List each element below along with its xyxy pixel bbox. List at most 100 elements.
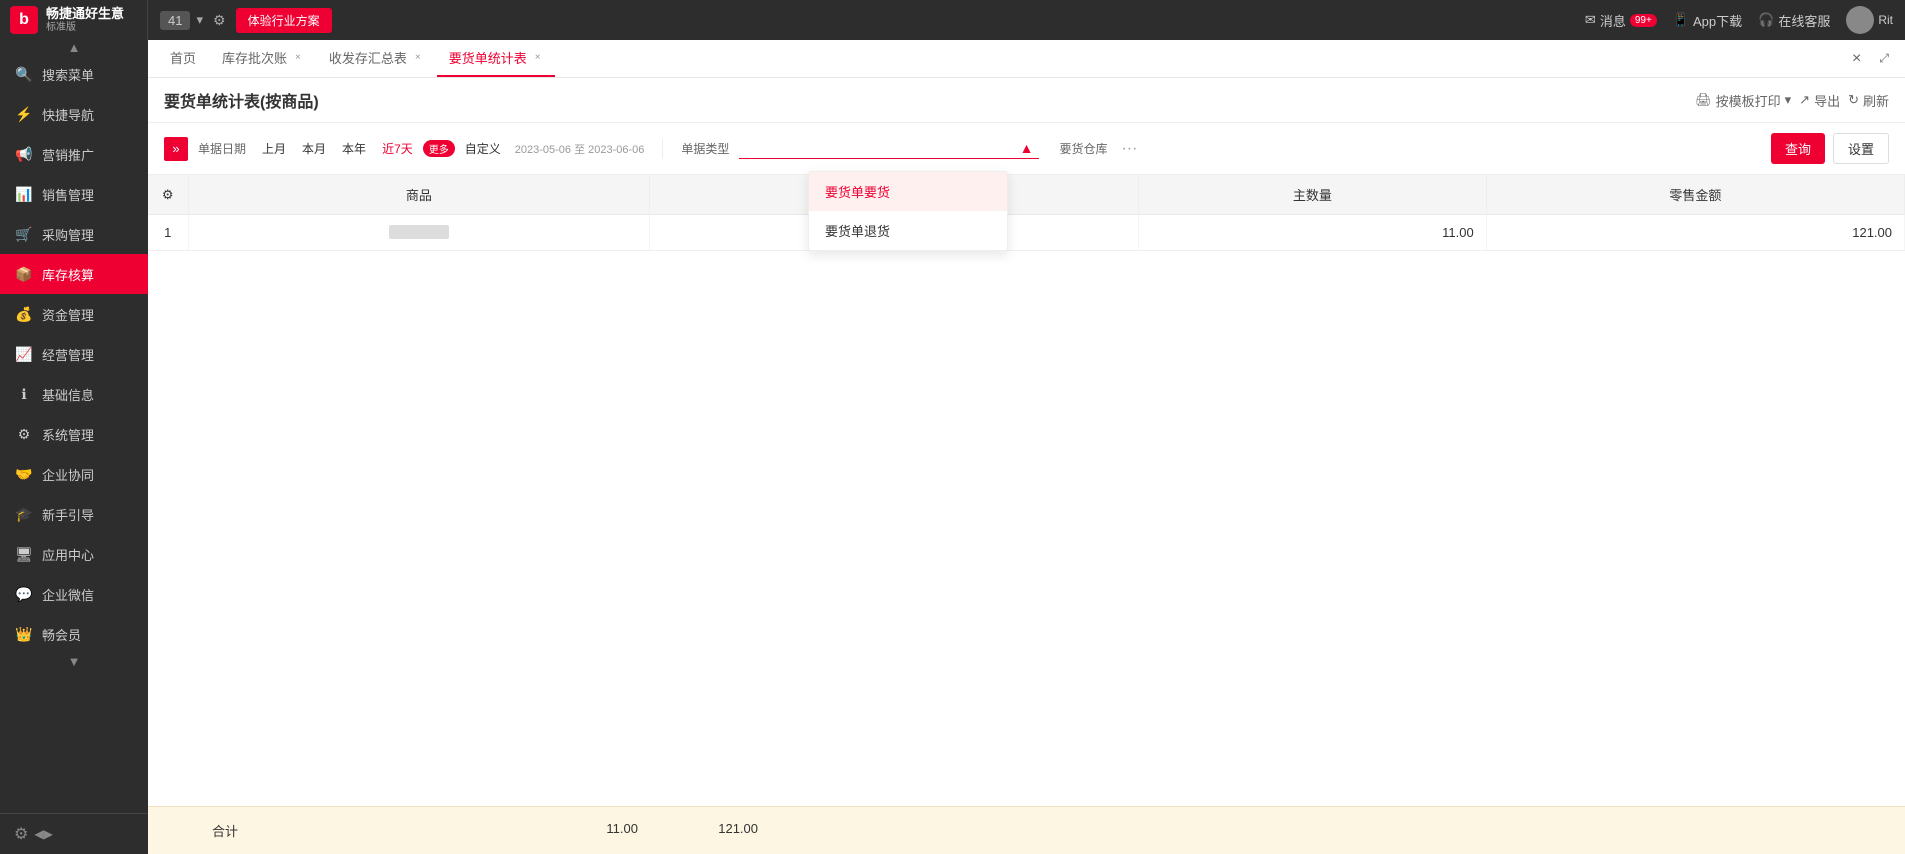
filter-action-btns: 查询 设置	[1771, 133, 1889, 164]
guide-icon: 🎓	[14, 504, 34, 524]
sidebar-item-app-center[interactable]: 🖥 应用中心	[0, 534, 148, 574]
print-btn[interactable]: 🖨 按模板打印 ▾	[1695, 91, 1791, 110]
type-dropdown-menu: 要货单要货 要货单退货	[808, 171, 1008, 251]
refresh-icon: ↻	[1848, 92, 1859, 108]
sidebar-item-cooperation[interactable]: 🤝 企业协同	[0, 454, 148, 494]
sidebar-label-search: 搜索菜单	[42, 65, 94, 84]
sidebar-scroll-down[interactable]: ▼	[0, 654, 148, 668]
tab-dropdown-icon[interactable]: ▾	[196, 12, 203, 28]
sidebar-item-system[interactable]: ⚙ 系统管理	[0, 414, 148, 454]
sidebar-label-system: 系统管理	[42, 425, 94, 444]
sidebar-label-basic-info: 基础信息	[42, 385, 94, 404]
sidebar-item-marketing[interactable]: 📢 营销推广	[0, 134, 148, 174]
app-download-btn[interactable]: 📱 App下载	[1673, 11, 1742, 30]
page-actions: 🖨 按模板打印 ▾ ↗ 导出 ↻ 刷新	[1695, 91, 1889, 110]
industry-btn[interactable]: 体验行业方案	[236, 8, 332, 33]
sidebar-item-members[interactable]: 👑 畅会员	[0, 614, 148, 654]
date-btn-this-year[interactable]: 本年	[336, 138, 372, 159]
date-btn-7days[interactable]: 近7天	[376, 138, 419, 159]
tab-receive-send-close[interactable]: ×	[413, 50, 423, 65]
message-badge: 99+	[1630, 14, 1657, 27]
th-settings[interactable]: ⚙	[148, 175, 188, 215]
refresh-label: 刷新	[1863, 91, 1889, 110]
sidebar-label-app-center: 应用中心	[42, 545, 94, 564]
date-custom-btn[interactable]: 自定义	[465, 140, 501, 157]
marketing-icon: 📢	[14, 144, 34, 164]
app-logo-text: 畅捷通好生意 标准版	[46, 6, 124, 34]
sidebar-item-guide[interactable]: 🎓 新手引导	[0, 494, 148, 534]
tab-order-stat-close[interactable]: ×	[533, 50, 543, 65]
app-name: 畅捷通好生意	[46, 6, 124, 22]
warehouse-filter-label: 要货仓库	[1059, 140, 1107, 157]
sidebar-label-shortcuts: 快捷导航	[42, 105, 94, 124]
type-filter-label: 单据类型	[681, 140, 729, 157]
version-label: Rit	[1878, 13, 1893, 27]
print-expand-icon[interactable]: ▾	[1785, 92, 1792, 108]
tab-order-stat[interactable]: 要货单统计表 ×	[437, 41, 555, 77]
tab-bar: 首页 库存批次账 × 收发存汇总表 × 要货单统计表 × × ⤢	[148, 40, 1905, 78]
sidebar-settings-icon[interactable]: ⚙	[14, 824, 28, 844]
footer-qty: 11.00	[530, 817, 650, 844]
sidebar-item-basic-info[interactable]: ℹ 基础信息	[0, 374, 148, 414]
app-download-label: App下载	[1693, 11, 1742, 30]
topbar-settings-icon[interactable]: ⚙	[213, 12, 226, 29]
page-header: 要货单统计表(按商品) 🖨 按模板打印 ▾ ↗ 导出 ↻ 刷新	[148, 78, 1905, 123]
tab-home[interactable]: 首页	[158, 41, 208, 77]
export-btn[interactable]: ↗ 导出	[1799, 91, 1840, 110]
message-icon: ✉	[1585, 12, 1596, 28]
sidebar-item-wechat[interactable]: 💬 企业微信	[0, 574, 148, 614]
warehouse-filter-ellipsis[interactable]: ···	[1121, 140, 1137, 158]
tab-inventory-batch[interactable]: 库存批次账 ×	[210, 41, 315, 77]
sidebar-label-operations: 经营管理	[42, 345, 94, 364]
sidebar-scroll-up[interactable]: ▲	[0, 40, 148, 54]
sidebar-item-finance[interactable]: 💰 资金管理	[0, 294, 148, 334]
date-btn-this-month[interactable]: 本月	[296, 138, 332, 159]
header-row: b 畅捷通好生意 标准版 41 ▾ ⚙ 体验行业方案 ✉ 消息 99+ 📱	[0, 0, 1905, 40]
th-amount: 零售金额	[1486, 175, 1904, 215]
page-title: 要货单统计表(按商品)	[164, 88, 319, 112]
dropdown-item-0[interactable]: 要货单要货	[809, 172, 1007, 211]
export-icon: ↗	[1799, 92, 1810, 108]
expand-tabs-btn[interactable]: ⤢	[1873, 49, 1895, 68]
tab-receive-send[interactable]: 收发存汇总表 ×	[317, 41, 435, 77]
product-name-blurred	[389, 225, 449, 239]
tab-inventory-batch-close[interactable]: ×	[293, 50, 303, 65]
service-label: 在线客服	[1778, 11, 1830, 30]
sidebar-item-inventory[interactable]: 📦 库存核算	[0, 254, 148, 294]
date-btn-last-month[interactable]: 上月	[256, 138, 292, 159]
sidebar-item-search[interactable]: 🔍 搜索菜单	[0, 54, 148, 94]
type-filter-input[interactable]	[745, 141, 1019, 155]
tab-home-label: 首页	[170, 48, 196, 67]
online-service-btn[interactable]: 🎧 在线客服	[1758, 11, 1830, 30]
date-quick-btns: 上月 本月 本年 近7天 更多	[256, 138, 455, 159]
type-filter-input-wrapper[interactable]: ▲	[739, 138, 1039, 159]
close-all-tabs-btn[interactable]: ×	[1846, 48, 1867, 70]
refresh-btn[interactable]: ↻ 刷新	[1848, 91, 1889, 110]
type-filter-chevron-icon[interactable]: ▲	[1020, 140, 1034, 156]
settings-btn[interactable]: 设置	[1833, 133, 1889, 164]
table-body: 1 块 11.00 121.00	[148, 215, 1905, 251]
sidebar-item-purchase[interactable]: 🛒 采购管理	[0, 214, 148, 254]
query-btn[interactable]: 查询	[1771, 133, 1825, 164]
logo-area: b 畅捷通好生意 标准版	[0, 0, 148, 40]
sidebar-label-members: 畅会员	[42, 625, 81, 644]
sidebar-label-wechat: 企业微信	[42, 585, 94, 604]
date-more-badge[interactable]: 更多	[423, 140, 455, 157]
filter-expand-icon: »	[172, 141, 179, 156]
sidebar-item-operations[interactable]: 📈 经营管理	[0, 334, 148, 374]
user-avatar-area[interactable]: Rit	[1846, 6, 1893, 34]
filter-expand-btn[interactable]: »	[164, 137, 188, 161]
tab-number-display[interactable]: 41 ▾	[160, 11, 203, 30]
purchase-icon: 🛒	[14, 224, 34, 244]
sidebar-item-shortcuts[interactable]: ⚡ 快捷导航	[0, 94, 148, 134]
date-range-text: 2023-05-06 至 2023-06-06	[515, 141, 645, 157]
print-icon: 🖨	[1695, 92, 1712, 108]
message-btn[interactable]: ✉ 消息 99+	[1585, 11, 1657, 30]
dropdown-item-1[interactable]: 要货单退货	[809, 211, 1007, 250]
footer-cells: 合计 11.00 121.00	[160, 817, 1893, 844]
cell-qty: 11.00	[1139, 215, 1487, 251]
sidebar-collapse-icon[interactable]: ◀▶	[34, 827, 52, 841]
column-settings-icon[interactable]: ⚙	[162, 187, 174, 202]
sidebar-item-sales[interactable]: 📊 销售管理	[0, 174, 148, 214]
cell-num: 1	[148, 215, 188, 251]
